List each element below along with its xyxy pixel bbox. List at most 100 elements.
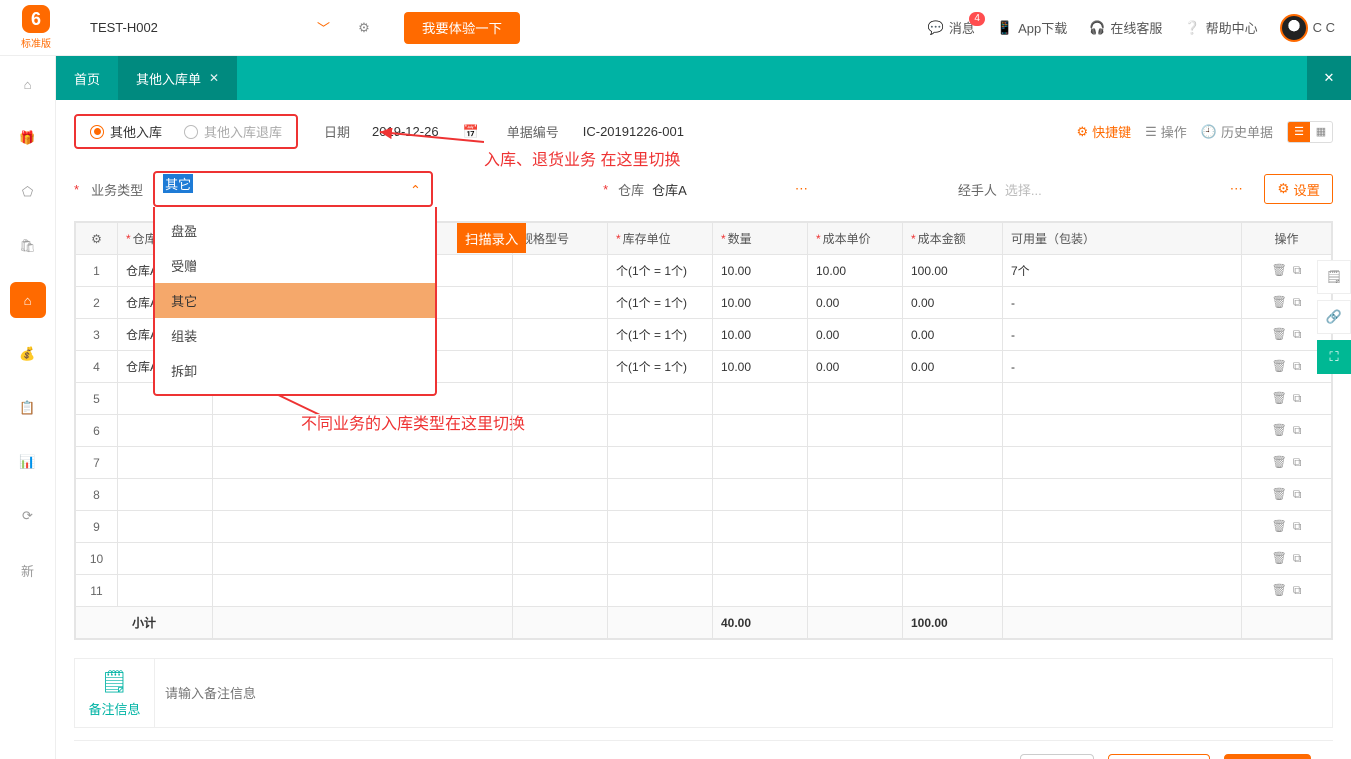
delete-icon[interactable]: 🗑 [1272, 327, 1287, 341]
cell-qty[interactable] [713, 383, 808, 415]
cell-unit[interactable]: 个(1个 = 1个) [608, 255, 713, 287]
table-row[interactable]: 10🗑⧉ [76, 543, 1332, 575]
delete-icon[interactable]: 🗑 [1272, 263, 1287, 277]
cell-price[interactable]: 0.00 [808, 319, 903, 351]
cell-hidden[interactable] [213, 479, 513, 511]
dropdown-item[interactable]: 拆卸 [155, 353, 435, 388]
copy-icon[interactable]: ⧉ [1293, 391, 1302, 405]
cell-qty[interactable]: 10.00 [713, 319, 808, 351]
save-draft-button[interactable]: 保存草稿 [1108, 754, 1210, 759]
cell-unit[interactable] [608, 479, 713, 511]
dropdown-item[interactable]: 组装 [155, 318, 435, 353]
cell-hidden[interactable] [213, 447, 513, 479]
cell-unit[interactable]: 个(1个 = 1个) [608, 351, 713, 383]
cell-spec[interactable] [513, 319, 608, 351]
cell-unit[interactable] [608, 383, 713, 415]
delete-icon[interactable]: 🗑 [1272, 455, 1287, 469]
cell-warehouse[interactable] [118, 447, 213, 479]
cell-qty[interactable]: 10.00 [713, 351, 808, 383]
copy-icon[interactable]: ⧉ [1293, 487, 1302, 501]
cell-warehouse[interactable] [118, 511, 213, 543]
biztype-select[interactable]: 其它 ⌄ 盘盈 受赠 其它 组装 拆卸 [153, 171, 433, 207]
date-value[interactable]: 2019-12-26 [372, 124, 439, 139]
cell-spec[interactable] [513, 575, 608, 607]
cell-amount[interactable] [903, 511, 1003, 543]
sidebar-new[interactable]: 新 [10, 552, 46, 588]
cell-amount[interactable]: 100.00 [903, 255, 1003, 287]
cell-warehouse[interactable] [118, 479, 213, 511]
cell-amount[interactable] [903, 543, 1003, 575]
cell-qty[interactable]: 10.00 [713, 287, 808, 319]
rail-link[interactable]: 🔗 [1317, 300, 1351, 334]
sidebar-gift[interactable]: 🎁 [10, 120, 46, 156]
delete-icon[interactable]: 🗑 [1272, 487, 1287, 501]
radio-other-in[interactable]: 其他入库 [90, 122, 162, 141]
cell-price[interactable] [808, 575, 903, 607]
remark-input[interactable] [155, 659, 1332, 727]
cell-avail[interactable] [1003, 383, 1242, 415]
cell-hidden[interactable] [213, 511, 513, 543]
cell-qty[interactable] [713, 479, 808, 511]
dropdown-item[interactable]: 盘盈 [155, 213, 435, 248]
cell-price[interactable]: 10.00 [808, 255, 903, 287]
view-grid[interactable]: ▦ [1310, 122, 1332, 142]
dropdown-item[interactable]: 其它 [155, 283, 435, 318]
cell-spec[interactable] [513, 543, 608, 575]
close-all-tabs[interactable]: ✕ [1307, 56, 1351, 100]
cell-qty[interactable] [713, 511, 808, 543]
history-link[interactable]: 🕘历史单据 [1201, 122, 1273, 141]
cell-hidden[interactable] [213, 575, 513, 607]
cell-qty[interactable] [713, 543, 808, 575]
copy-icon[interactable]: ⧉ [1293, 359, 1302, 373]
warehouse-value[interactable]: 仓库A [652, 180, 687, 199]
cell-warehouse[interactable] [118, 575, 213, 607]
close-icon[interactable]: ✕ [209, 71, 219, 85]
cell-hidden[interactable] [213, 415, 513, 447]
trial-button[interactable]: 我要体验一下 [404, 12, 520, 44]
cell-amount[interactable]: 0.00 [903, 319, 1003, 351]
sidebar-house[interactable]: ⬠ [10, 174, 46, 210]
cell-hidden[interactable] [213, 543, 513, 575]
cell-amount[interactable] [903, 415, 1003, 447]
cell-price[interactable]: 0.00 [808, 351, 903, 383]
cell-spec[interactable] [513, 479, 608, 511]
sidebar-home[interactable]: ⌂ [10, 66, 46, 102]
cell-spec[interactable] [513, 415, 608, 447]
cell-avail[interactable] [1003, 511, 1242, 543]
cell-price[interactable] [808, 511, 903, 543]
tab-other-in[interactable]: 其他入库单 ✕ [118, 56, 237, 100]
sidebar-clipboard[interactable]: 📋 [10, 390, 46, 426]
radio-other-in-return[interactable]: 其他入库退库 [184, 122, 282, 141]
gear-column-header[interactable]: ⚙ [76, 223, 118, 255]
cell-price[interactable] [808, 479, 903, 511]
cell-unit[interactable] [608, 511, 713, 543]
save-button[interactable]: 保存▾ [1224, 754, 1311, 759]
cell-spec[interactable] [513, 511, 608, 543]
table-row[interactable]: 9🗑⧉ [76, 511, 1332, 543]
cell-spec[interactable] [513, 351, 608, 383]
cell-spec[interactable] [513, 287, 608, 319]
cell-spec[interactable] [513, 383, 608, 415]
dropdown-item[interactable]: 受赠 [155, 248, 435, 283]
cell-avail[interactable]: - [1003, 319, 1242, 351]
table-row[interactable]: 8🗑⧉ [76, 479, 1332, 511]
more-icon[interactable]: ⋯ [1230, 181, 1243, 197]
settings-gear-button[interactable]: ⚙ [348, 12, 380, 44]
rail-expand[interactable]: ⛶ [1317, 340, 1351, 374]
cell-price[interactable] [808, 543, 903, 575]
cell-warehouse[interactable] [118, 543, 213, 575]
copy-icon[interactable]: ⧉ [1293, 327, 1302, 341]
messages-link[interactable]: 💬 消息 4 [928, 18, 975, 37]
cell-price[interactable]: 0.00 [808, 287, 903, 319]
chevron-up-icon[interactable]: ⌄ [410, 181, 421, 197]
shortcut-link[interactable]: ⚙快捷键 [1076, 122, 1131, 141]
copy-icon[interactable]: ⧉ [1293, 295, 1302, 309]
cell-avail[interactable] [1003, 575, 1242, 607]
copy-icon[interactable]: ⧉ [1293, 519, 1302, 533]
cell-spec[interactable] [513, 447, 608, 479]
settings-button[interactable]: ⚙设置 [1264, 174, 1333, 204]
cell-unit[interactable] [608, 415, 713, 447]
cell-avail[interactable]: 7个 [1003, 255, 1242, 287]
cell-qty[interactable]: 10.00 [713, 255, 808, 287]
cell-unit[interactable]: 个(1个 = 1个) [608, 287, 713, 319]
